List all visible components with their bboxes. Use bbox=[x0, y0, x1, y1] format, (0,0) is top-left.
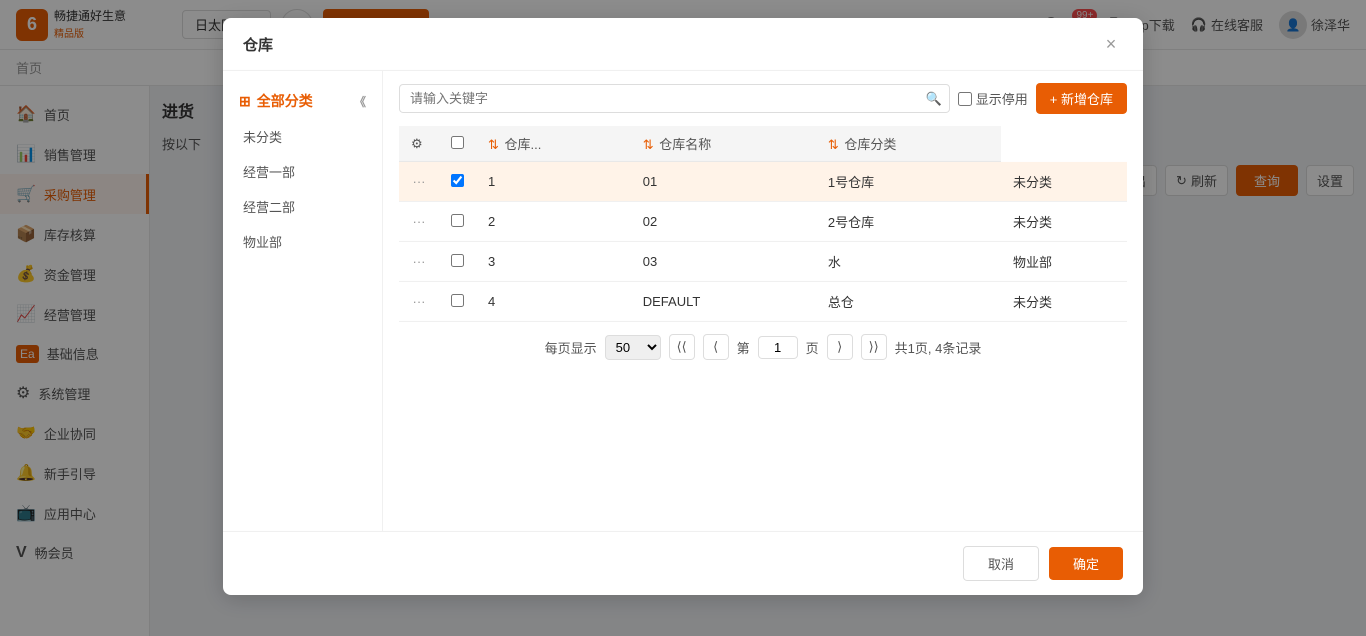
prev-page-button[interactable]: ⟨ bbox=[703, 334, 729, 360]
show-disabled-checkbox[interactable] bbox=[958, 91, 972, 105]
show-disabled-text: 显示停用 bbox=[976, 89, 1028, 108]
table-row[interactable]: ··· 4 DEFAULT 总仓 未分类 bbox=[399, 281, 1127, 321]
row-category: 未分类 bbox=[1001, 281, 1127, 321]
row-name: 水 bbox=[816, 241, 1001, 281]
row-name: 2号仓库 bbox=[816, 201, 1001, 241]
row-index: 3 bbox=[476, 241, 631, 281]
th-name: ⇅ 仓库名称 bbox=[631, 126, 816, 162]
row-code: DEFAULT bbox=[631, 281, 816, 321]
category-item-unclassified[interactable]: 未分类 bbox=[223, 119, 382, 154]
sort-icon-category: ⇅ bbox=[828, 137, 839, 152]
select-all-checkbox[interactable] bbox=[451, 135, 464, 148]
dialog-title: 仓库 bbox=[243, 33, 273, 54]
table-row[interactable]: ··· 1 01 1号仓库 未分类 bbox=[399, 161, 1127, 201]
search-icon[interactable]: 🔍 bbox=[926, 90, 942, 106]
row-index: 4 bbox=[476, 281, 631, 321]
row-checkbox-cell bbox=[439, 241, 476, 281]
grid-icon: ⊞ bbox=[239, 92, 251, 109]
category-header[interactable]: ⊞ 全部分类 《 bbox=[223, 83, 382, 119]
total-info: 共1页, 4条记录 bbox=[895, 337, 982, 356]
pagination-bar: 每页显示 50 20 100 ⟨⟨ ⟨ 第 页 ⟩ ⟩⟩ 共1页, 4条记录 bbox=[399, 322, 1127, 372]
category-item-property[interactable]: 物业部 bbox=[223, 224, 382, 259]
row-index: 2 bbox=[476, 201, 631, 241]
category-panel: ⊞ 全部分类 《 未分类 经营一部 经营二部 物业部 bbox=[223, 71, 383, 531]
row-checkbox[interactable] bbox=[451, 213, 464, 226]
row-category: 未分类 bbox=[1001, 161, 1127, 201]
th-code: ⇅ 仓库... bbox=[476, 126, 631, 162]
show-disabled-label: 显示停用 bbox=[958, 89, 1028, 108]
page-label: 第 bbox=[737, 337, 750, 356]
page-suffix: 页 bbox=[806, 337, 819, 356]
th-gear: ⚙ bbox=[399, 126, 439, 162]
th-category: ⇅ 仓库分类 bbox=[816, 126, 1001, 162]
category-header-label: 全部分类 bbox=[257, 91, 313, 111]
sort-icon-name: ⇅ bbox=[643, 137, 654, 152]
row-checkbox-cell bbox=[439, 161, 476, 201]
table-row[interactable]: ··· 2 02 2号仓库 未分类 bbox=[399, 201, 1127, 241]
row-index: 1 bbox=[476, 161, 631, 201]
row-category: 未分类 bbox=[1001, 201, 1127, 241]
category-item-dept2[interactable]: 经营二部 bbox=[223, 189, 382, 224]
page-size-select[interactable]: 50 20 100 bbox=[605, 334, 661, 359]
page-input[interactable] bbox=[758, 335, 798, 358]
table-row[interactable]: ··· 3 03 水 物业部 bbox=[399, 241, 1127, 281]
last-page-button[interactable]: ⟩⟩ bbox=[861, 334, 887, 360]
warehouse-dialog: 仓库 × ⊞ 全部分类 《 未分类 经营一部 经营二部 物业部 🔍 bbox=[223, 18, 1143, 595]
next-page-button[interactable]: ⟩ bbox=[827, 334, 853, 360]
row-actions-cell[interactable]: ··· bbox=[399, 281, 439, 321]
warehouse-panel: 🔍 显示停用 + 新增仓库 ⚙ ⇅ bbox=[383, 71, 1143, 531]
row-checkbox[interactable] bbox=[451, 253, 464, 266]
row-code: 02 bbox=[631, 201, 816, 241]
sort-icon-code: ⇅ bbox=[488, 137, 499, 152]
row-category: 物业部 bbox=[1001, 241, 1127, 281]
dialog-body: ⊞ 全部分类 《 未分类 经营一部 经营二部 物业部 🔍 显示停用 + bbox=[223, 71, 1143, 531]
dialog-close-button[interactable]: × bbox=[1099, 32, 1123, 56]
dialog-header: 仓库 × bbox=[223, 18, 1143, 71]
row-checkbox[interactable] bbox=[451, 173, 464, 186]
per-page-label: 每页显示 bbox=[545, 337, 597, 356]
warehouse-tbody: ··· 1 01 1号仓库 未分类 ··· 2 02 2号仓库 未分类 ··· … bbox=[399, 161, 1127, 321]
row-checkbox-cell bbox=[439, 201, 476, 241]
cancel-button[interactable]: 取消 bbox=[963, 546, 1039, 581]
search-wrap: 🔍 bbox=[399, 84, 950, 113]
row-actions-cell[interactable]: ··· bbox=[399, 201, 439, 241]
category-item-dept1[interactable]: 经营一部 bbox=[223, 154, 382, 189]
add-warehouse-button[interactable]: + 新增仓库 bbox=[1036, 83, 1127, 114]
row-actions-cell[interactable]: ··· bbox=[399, 241, 439, 281]
first-page-button[interactable]: ⟨⟨ bbox=[669, 334, 695, 360]
warehouse-table: ⚙ ⇅ 仓库... ⇅ 仓库名称 ⇅ bbox=[399, 126, 1127, 322]
row-name: 1号仓库 bbox=[816, 161, 1001, 201]
confirm-button[interactable]: 确定 bbox=[1049, 547, 1123, 580]
row-name: 总仓 bbox=[816, 281, 1001, 321]
row-code: 01 bbox=[631, 161, 816, 201]
row-actions-cell[interactable]: ··· bbox=[399, 161, 439, 201]
th-check bbox=[439, 126, 476, 162]
dialog-footer: 取消 确定 bbox=[223, 531, 1143, 595]
table-header-row: ⚙ ⇅ 仓库... ⇅ 仓库名称 ⇅ bbox=[399, 126, 1127, 162]
category-collapse-button[interactable]: 《 bbox=[354, 92, 366, 109]
search-input[interactable] bbox=[399, 84, 950, 113]
row-checkbox[interactable] bbox=[451, 293, 464, 306]
row-code: 03 bbox=[631, 241, 816, 281]
warehouse-toolbar: 🔍 显示停用 + 新增仓库 bbox=[399, 83, 1127, 114]
row-checkbox-cell bbox=[439, 281, 476, 321]
